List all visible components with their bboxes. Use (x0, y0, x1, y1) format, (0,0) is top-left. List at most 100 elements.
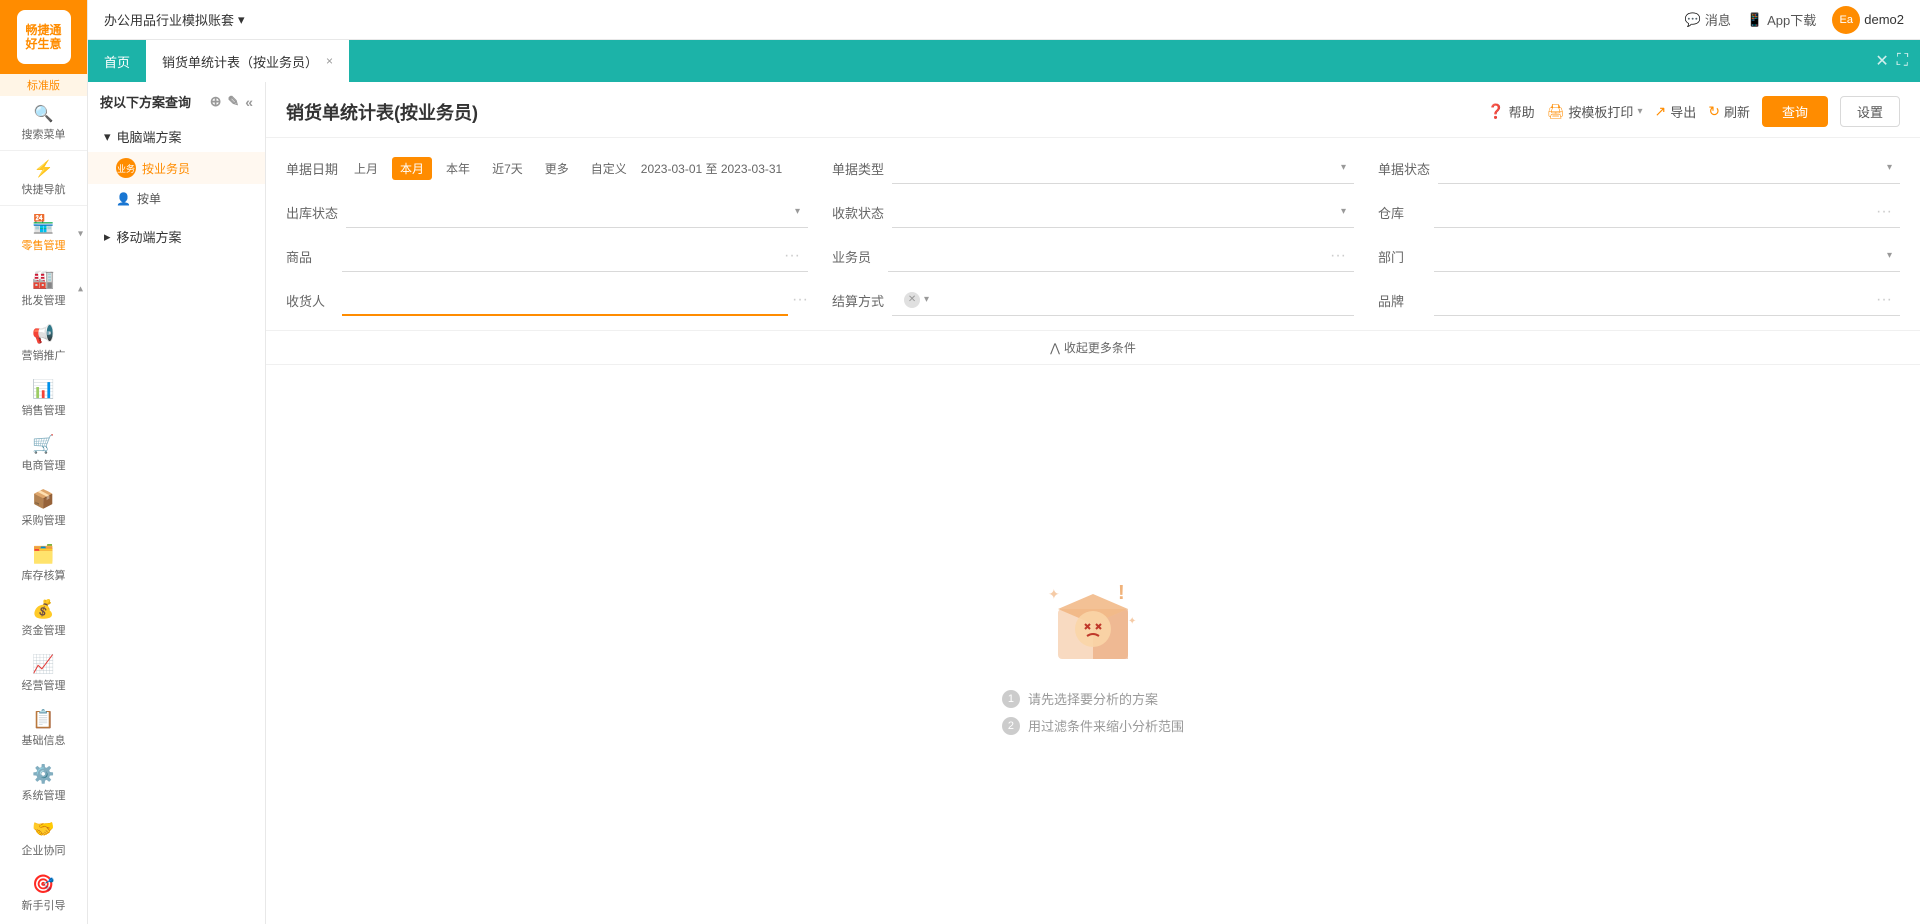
setting-button[interactable]: 设置 (1840, 96, 1900, 127)
receiver-dots-icon[interactable]: ··· (792, 291, 808, 309)
panel-add-icon[interactable]: ⊕ (210, 93, 222, 110)
warehouse-dots-icon[interactable]: ··· (1876, 203, 1892, 221)
sidebar-quick-nav[interactable]: ⚡ 快捷导航 (0, 151, 87, 206)
panel-order-item[interactable]: 👤 按单 (88, 184, 265, 213)
desktop-section-header[interactable]: ▾ 电脑端方案 (88, 121, 265, 152)
sidebar-logo[interactable]: 畅捷通 好生意 (0, 0, 87, 74)
tab-sales-stats[interactable]: 销货单统计表（按业务员） × (146, 40, 349, 82)
refresh-button[interactable]: ↻ 刷新 (1708, 102, 1750, 121)
sidebar-basics-label: 基础信息 (22, 732, 66, 748)
tab-home[interactable]: 首页 (88, 40, 146, 82)
out-status-select[interactable]: ▾ (346, 196, 808, 228)
filter-salesperson: 业务员 ··· (832, 240, 1354, 272)
sidebar-item-system[interactable]: ⚙️ 系统管理 (0, 756, 87, 811)
sidebar-wholesale-label: 批发管理 (22, 292, 66, 308)
sidebar-purchase-label: 采购管理 (22, 512, 66, 528)
brand-label: 品牌 (1378, 291, 1426, 310)
salesperson-icon: 业务 (116, 158, 136, 178)
tabbar-right-controls: ✕ ⛶ (1875, 51, 1920, 71)
logo-label: 标准版 (0, 74, 87, 96)
query-button[interactable]: 查询 (1762, 96, 1828, 127)
dept-arrow-icon: ▾ (1887, 250, 1892, 261)
sidebar-item-ecommerce[interactable]: 🛒 电商管理 (0, 426, 87, 481)
receiver-input[interactable] (342, 284, 788, 316)
date-range-display: 2023-03-01 至 2023-03-31 (641, 160, 782, 177)
sidebar-item-purchase[interactable]: 📦 采购管理 (0, 481, 87, 536)
right-main: 销货单统计表(按业务员) ❓ 帮助 🖨 按模板打印 ▾ ↗ 导出 (266, 82, 1920, 924)
collapse-button[interactable]: ⋀ 收起更多条件 (1050, 339, 1136, 356)
filter-warehouse: 仓库 ··· (1378, 196, 1900, 228)
sidebar-item-retail[interactable]: 🏪 零售管理 ▾ (0, 206, 87, 261)
date-btn-custom[interactable]: 自定义 (583, 157, 635, 180)
settle-arrow-icon: ▾ (924, 294, 929, 305)
svg-text:✦: ✦ (1128, 616, 1136, 627)
app-download-label: App下载 (1767, 10, 1816, 29)
sidebar-item-sales[interactable]: 📊 销售管理 (0, 371, 87, 426)
sidebar-item-wholesale[interactable]: 🏭 批发管理 ▴ (0, 261, 87, 316)
dept-select[interactable]: ▾ (1434, 240, 1900, 272)
retail-icon: 🏪 (32, 214, 54, 235)
company-selector[interactable]: 办公用品行业模拟账套 ▾ (104, 10, 245, 29)
window-maximize-button[interactable]: ⛶ (1897, 52, 1908, 70)
refresh-icon: ↻ (1708, 103, 1720, 120)
salesperson-dots-icon[interactable]: ··· (1330, 247, 1346, 265)
print-button[interactable]: 🖨 按模板打印 ▾ (1547, 102, 1643, 121)
quick-nav-icon: ⚡ (34, 159, 54, 179)
salesperson-input[interactable]: ··· (888, 240, 1354, 272)
doc-type-select[interactable]: ▾ (892, 152, 1354, 184)
sidebar-item-collab[interactable]: 🤝 企业协同 (0, 811, 87, 866)
mobile-section-header[interactable]: ▸ 移动端方案 (88, 221, 265, 252)
sidebar-search[interactable]: 🔍 搜索菜单 (0, 96, 87, 151)
operations-icon: 📈 (32, 654, 54, 675)
panel-salesperson-item[interactable]: 业务 按业务员 (88, 152, 265, 184)
brand-dots-icon[interactable]: ··· (1876, 291, 1892, 309)
sidebar-item-marketing[interactable]: 📢 营销推广 (0, 316, 87, 371)
page-header: 销货单统计表(按业务员) ❓ 帮助 🖨 按模板打印 ▾ ↗ 导出 (266, 82, 1920, 138)
pay-status-select[interactable]: ▾ (892, 196, 1354, 228)
filter-receiver: 收货人 ··· (286, 284, 808, 316)
filter-date: 单据日期 上月 本月 本年 近7天 更多 自定义 2023-03-01 至 20… (286, 157, 808, 180)
filter-settle: 结算方式 ✕ ▾ (832, 284, 1354, 316)
product-dots-icon[interactable]: ··· (784, 247, 800, 265)
doc-type-arrow-icon: ▾ (1341, 162, 1346, 173)
message-button[interactable]: 💬 消息 (1685, 10, 1731, 29)
ecommerce-icon: 🛒 (32, 434, 54, 455)
pay-status-arrow-icon: ▾ (1341, 206, 1346, 217)
panel-collapse-icon[interactable]: « (245, 94, 253, 110)
date-btn-this-year[interactable]: 本年 (438, 157, 478, 180)
brand-input[interactable]: ··· (1434, 284, 1900, 316)
help-button[interactable]: ❓ 帮助 (1487, 102, 1534, 121)
app-download-button[interactable]: 📱 App下载 (1747, 10, 1816, 29)
date-btn-7days[interactable]: 近7天 (484, 157, 531, 180)
sidebar-item-guide[interactable]: 🎯 新手引导 (0, 866, 87, 921)
content-area: 按以下方案查询 ⊕ ✎ « ▾ 电脑端方案 业务 按业务员 👤 (88, 82, 1920, 924)
doc-status-select[interactable]: ▾ (1438, 152, 1900, 184)
empty-tip-2: 2 用过滤条件来缩小分析范围 (1002, 716, 1184, 735)
avatar: Ea (1832, 6, 1860, 34)
app-download-icon: 📱 (1747, 12, 1763, 28)
date-btn-more[interactable]: 更多 (537, 157, 577, 180)
settle-select[interactable]: ✕ ▾ (892, 284, 1354, 316)
salesperson-item-label: 按业务员 (142, 160, 190, 177)
tip-num-2: 2 (1002, 717, 1020, 735)
empty-tips: 1 请先选择要分析的方案 2 用过滤条件来缩小分析范围 (1002, 689, 1184, 735)
wholesale-arrow-icon: ▴ (78, 283, 83, 294)
sidebar-item-inventory[interactable]: 🗂️ 库存核算 (0, 536, 87, 591)
empty-tip-1: 1 请先选择要分析的方案 (1002, 689, 1184, 708)
tab-close-icon[interactable]: × (326, 54, 333, 68)
sidebar-item-finance[interactable]: 💰 资金管理 (0, 591, 87, 646)
username-label: demo2 (1864, 12, 1904, 27)
export-button[interactable]: ↗ 导出 (1654, 102, 1696, 121)
warehouse-input[interactable]: ··· (1434, 196, 1900, 228)
settle-label: 结算方式 (832, 291, 884, 310)
window-close-button[interactable]: ✕ (1875, 51, 1888, 71)
date-btn-this-month[interactable]: 本月 (392, 157, 432, 180)
product-input[interactable]: ··· (342, 240, 808, 272)
panel-edit-icon[interactable]: ✎ (227, 93, 239, 110)
sidebar-item-basics[interactable]: 📋 基础信息 (0, 701, 87, 756)
finance-icon: 💰 (32, 599, 54, 620)
sidebar-item-operations[interactable]: 📈 经营管理 (0, 646, 87, 701)
user-profile[interactable]: Ea demo2 (1832, 6, 1904, 34)
date-btn-last-month[interactable]: 上月 (346, 157, 386, 180)
settle-clear-icon[interactable]: ✕ (904, 292, 920, 308)
